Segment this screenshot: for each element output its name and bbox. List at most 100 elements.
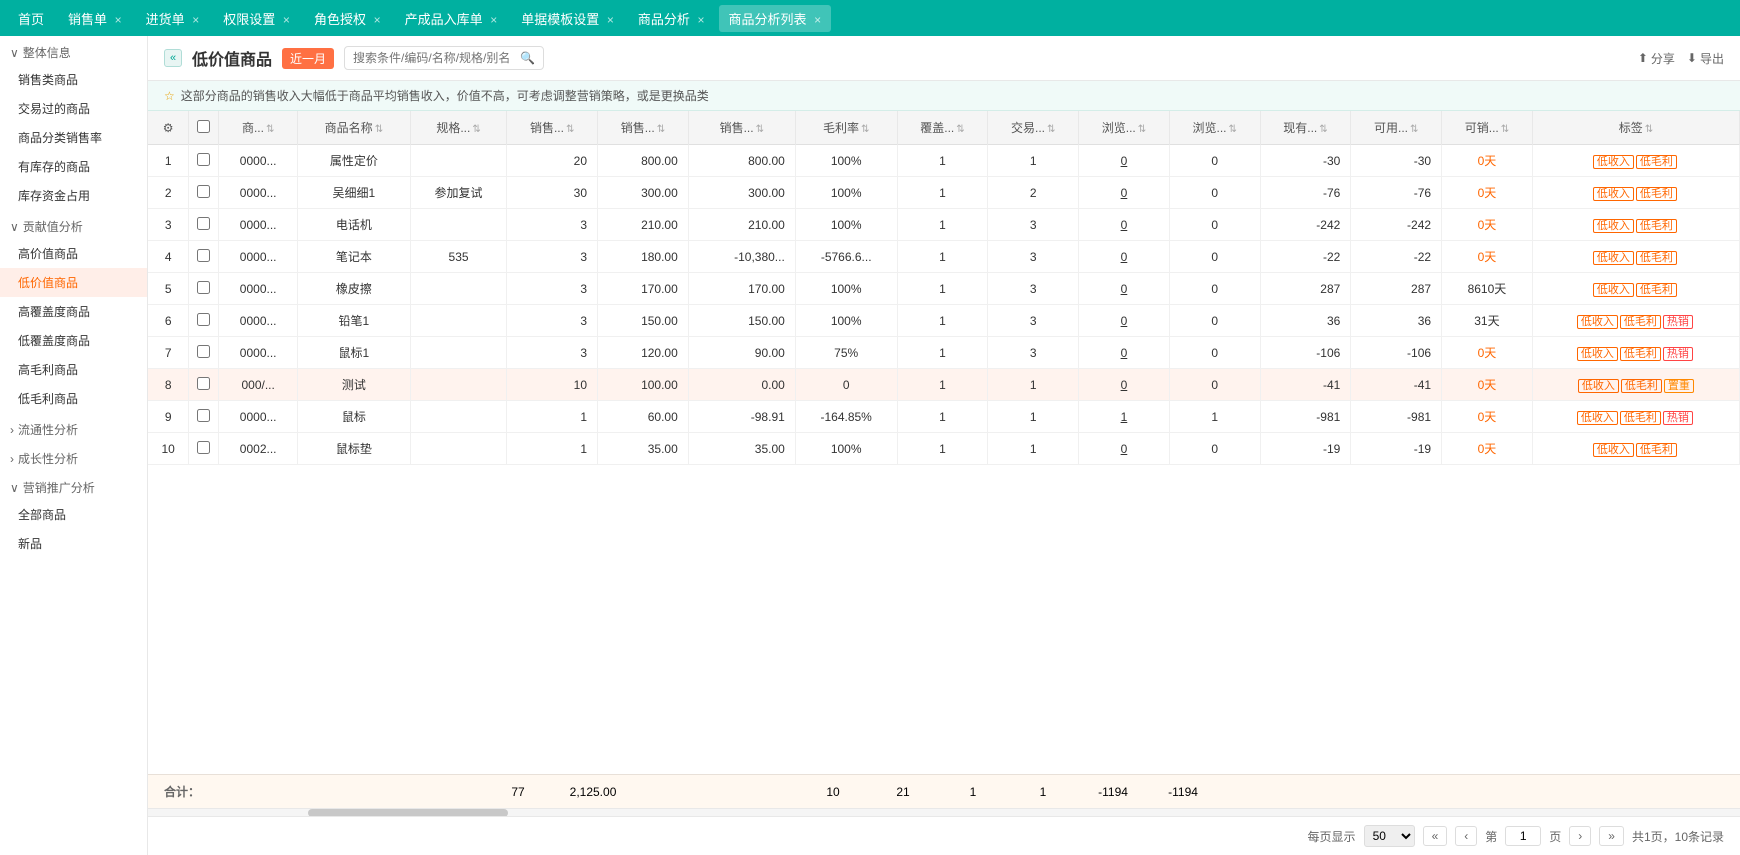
- cell-view1[interactable]: 0: [1079, 241, 1170, 273]
- row-checkbox[interactable]: [197, 345, 210, 358]
- page-input[interactable]: [1505, 826, 1541, 846]
- search-input[interactable]: [344, 46, 544, 70]
- next-page-button[interactable]: ›: [1569, 826, 1591, 846]
- horizontal-scrollbar[interactable]: [148, 808, 1740, 816]
- cell-checkbox[interactable]: [189, 145, 219, 177]
- cell-view1[interactable]: 0: [1079, 433, 1170, 465]
- th-gross-margin[interactable]: 毛利率⇅: [795, 111, 897, 145]
- sidebar-group-marketing[interactable]: ∨ 营销推广分析: [0, 471, 147, 500]
- view1-link[interactable]: 0: [1121, 250, 1128, 264]
- view1-link[interactable]: 0: [1121, 154, 1128, 168]
- cell-view1[interactable]: 0: [1079, 305, 1170, 337]
- close-products-inbound-icon[interactable]: ×: [490, 13, 497, 27]
- cell-view1[interactable]: 0: [1079, 145, 1170, 177]
- row-checkbox[interactable]: [197, 217, 210, 230]
- sidebar-item-traded-products[interactable]: 交易过的商品: [0, 94, 147, 123]
- close-analysis-list-icon[interactable]: ×: [814, 13, 821, 27]
- nav-product-analysis-list[interactable]: 商品分析列表 ×: [719, 5, 832, 32]
- cell-view1[interactable]: 0: [1079, 369, 1170, 401]
- sidebar-item-sales-products[interactable]: 销售类商品: [0, 65, 147, 94]
- row-checkbox[interactable]: [197, 153, 210, 166]
- th-stock[interactable]: 现有...⇅: [1260, 111, 1351, 145]
- share-button[interactable]: ⬆ 分享: [1638, 50, 1675, 67]
- th-code[interactable]: 商...⇅: [219, 111, 298, 145]
- sidebar-item-low-coverage[interactable]: 低覆盖度商品: [0, 326, 147, 355]
- sidebar-group-contribution[interactable]: ∨ 贡献值分析: [0, 210, 147, 239]
- sidebar-group-circulation[interactable]: › 流通性分析: [0, 413, 147, 442]
- nav-permissions[interactable]: 权限设置 ×: [213, 5, 300, 32]
- view1-link[interactable]: 0: [1121, 282, 1128, 296]
- th-tags[interactable]: 标签⇅: [1532, 111, 1739, 145]
- sidebar-item-high-value[interactable]: 高价值商品: [0, 239, 147, 268]
- cell-view1[interactable]: 0: [1079, 337, 1170, 369]
- cell-checkbox[interactable]: [189, 337, 219, 369]
- row-checkbox[interactable]: [197, 281, 210, 294]
- close-purchase-order-icon[interactable]: ×: [192, 13, 199, 27]
- cell-checkbox[interactable]: [189, 433, 219, 465]
- th-view1[interactable]: 浏览...⇅: [1079, 111, 1170, 145]
- th-checkbox[interactable]: [189, 111, 219, 145]
- last-page-button[interactable]: »: [1599, 826, 1624, 846]
- row-checkbox[interactable]: [197, 409, 210, 422]
- sidebar-item-low-value[interactable]: 低价值商品: [0, 268, 147, 297]
- cell-checkbox[interactable]: [189, 305, 219, 337]
- cell-view1[interactable]: 0: [1079, 177, 1170, 209]
- sidebar-item-capital-occupation[interactable]: 库存资金占用: [0, 181, 147, 210]
- sidebar-item-high-margin[interactable]: 高毛利商品: [0, 355, 147, 384]
- filter-tag-button[interactable]: 近一月: [282, 48, 334, 69]
- th-trade[interactable]: 交易...⇅: [988, 111, 1079, 145]
- th-available[interactable]: 可用...⇅: [1351, 111, 1442, 145]
- th-settings[interactable]: ⚙: [148, 111, 189, 145]
- close-roles-icon[interactable]: ×: [374, 13, 381, 27]
- cell-view1[interactable]: 0: [1079, 209, 1170, 241]
- th-view2[interactable]: 浏览...⇅: [1169, 111, 1260, 145]
- cell-checkbox[interactable]: [189, 369, 219, 401]
- view1-link[interactable]: 0: [1121, 378, 1128, 392]
- select-all-checkbox[interactable]: [197, 120, 210, 133]
- sidebar-group-growth[interactable]: › 成长性分析: [0, 442, 147, 471]
- sidebar-item-new-products[interactable]: 新品: [0, 529, 147, 558]
- nav-product-analysis[interactable]: 商品分析 ×: [628, 5, 715, 32]
- th-coverage[interactable]: 覆盖...⇅: [897, 111, 988, 145]
- sidebar-item-high-coverage[interactable]: 高覆盖度商品: [0, 297, 147, 326]
- view1-link[interactable]: 0: [1121, 186, 1128, 200]
- close-analysis-icon[interactable]: ×: [697, 13, 704, 27]
- th-sales-amount[interactable]: 销售...⇅: [688, 111, 795, 145]
- prev-page-button[interactable]: ‹: [1455, 826, 1477, 846]
- cell-view1[interactable]: 0: [1079, 273, 1170, 305]
- page-size-select[interactable]: 50 100: [1364, 825, 1415, 847]
- row-checkbox[interactable]: [197, 185, 210, 198]
- close-template-icon[interactable]: ×: [607, 13, 614, 27]
- sidebar-item-all-products[interactable]: 全部商品: [0, 500, 147, 529]
- nav-sales-order[interactable]: 销售单 ×: [58, 5, 132, 32]
- view1-link[interactable]: 1: [1121, 410, 1128, 424]
- th-sales-price[interactable]: 销售...⇅: [598, 111, 689, 145]
- nav-purchase-order[interactable]: 进货单 ×: [136, 5, 210, 32]
- sidebar-item-category-rate[interactable]: 商品分类销售率: [0, 123, 147, 152]
- search-icon[interactable]: 🔍: [520, 51, 535, 65]
- view1-link[interactable]: 0: [1121, 346, 1128, 360]
- first-page-button[interactable]: «: [1423, 826, 1448, 846]
- view1-link[interactable]: 0: [1121, 442, 1128, 456]
- th-sellable[interactable]: 可销...⇅: [1442, 111, 1533, 145]
- row-checkbox[interactable]: [197, 249, 210, 262]
- cell-checkbox[interactable]: [189, 177, 219, 209]
- nav-roles[interactable]: 角色授权 ×: [304, 5, 391, 32]
- close-sales-order-icon[interactable]: ×: [115, 13, 122, 27]
- sidebar-item-low-margin[interactable]: 低毛利商品: [0, 384, 147, 413]
- view1-link[interactable]: 0: [1121, 218, 1128, 232]
- row-checkbox[interactable]: [197, 313, 210, 326]
- row-checkbox[interactable]: [197, 377, 210, 390]
- row-checkbox[interactable]: [197, 441, 210, 454]
- close-permissions-icon[interactable]: ×: [283, 13, 290, 27]
- cell-checkbox[interactable]: [189, 209, 219, 241]
- th-sales-qty[interactable]: 销售...⇅: [507, 111, 598, 145]
- sidebar-collapse-button[interactable]: «: [164, 49, 182, 67]
- nav-template-settings[interactable]: 单据模板设置 ×: [511, 5, 624, 32]
- view1-link[interactable]: 0: [1121, 314, 1128, 328]
- cell-checkbox[interactable]: [189, 273, 219, 305]
- cell-checkbox[interactable]: [189, 241, 219, 273]
- sidebar-group-overall[interactable]: ∨ 整体信息: [0, 36, 147, 65]
- sidebar-item-stock-products[interactable]: 有库存的商品: [0, 152, 147, 181]
- export-button[interactable]: ⬇ 导出: [1687, 50, 1724, 67]
